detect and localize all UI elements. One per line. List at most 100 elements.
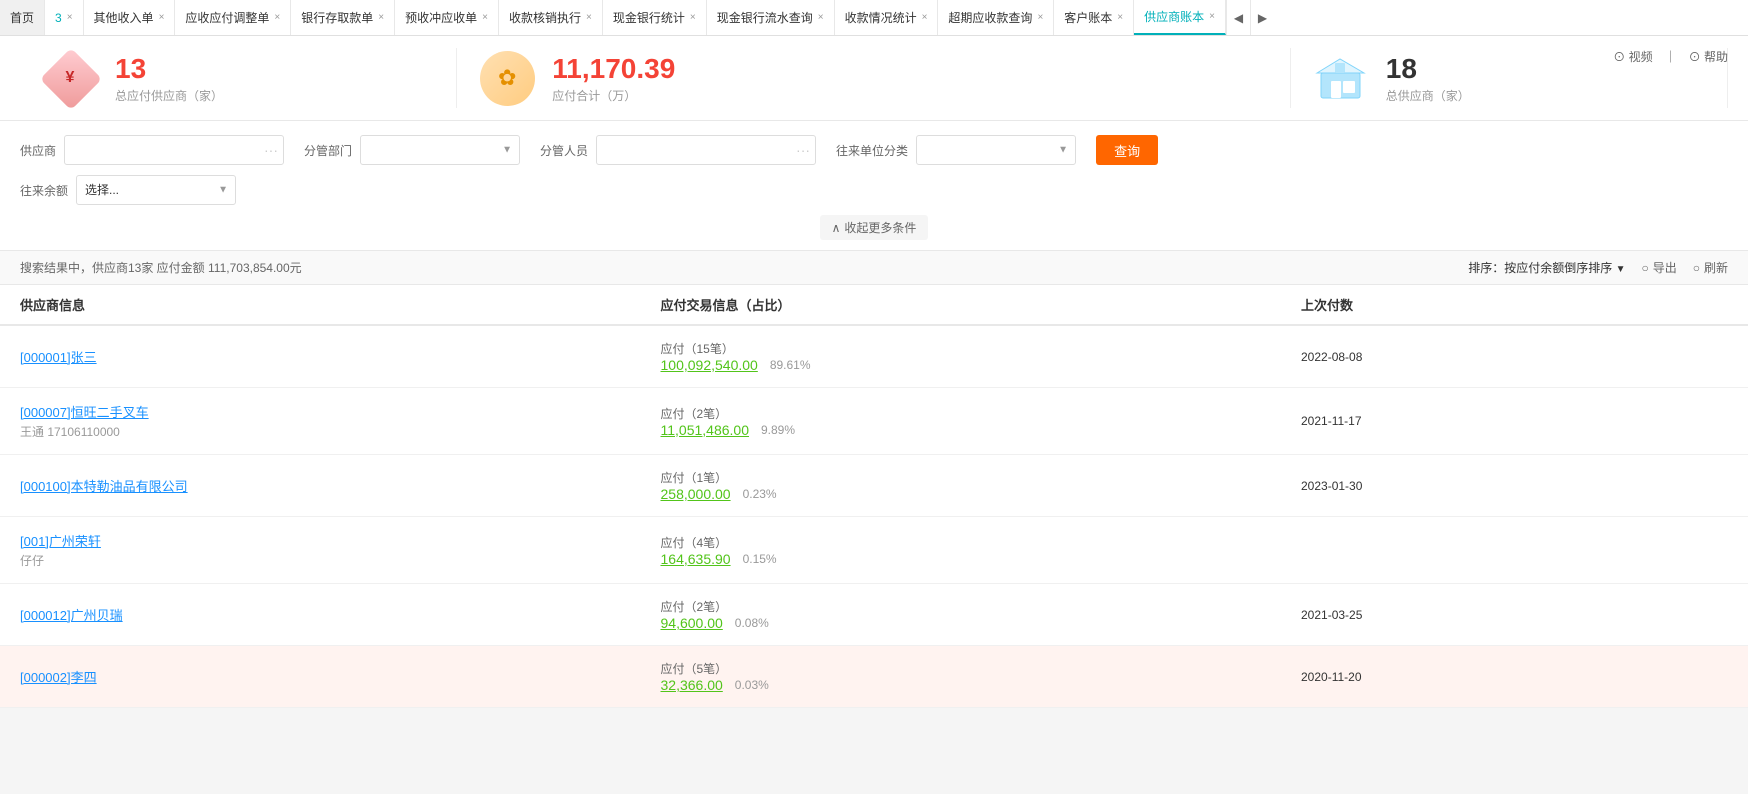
filter-person: 分管人员 ··· [540,135,816,165]
nav-cash-flow-query-label: 现金银行流水查询 [717,9,813,26]
tx-percent: 0.03% [735,678,769,692]
nav-supplier-ledger-close[interactable]: × [1209,11,1215,22]
filter-dept-label: 分管部门 [304,142,352,159]
last-pay-cell: 2021-03-25 [1301,608,1728,622]
category-select[interactable] [916,135,1076,165]
nav-supplier-ledger[interactable]: 供应商账本 × [1134,0,1226,35]
nav-other-income-close[interactable]: × [159,12,165,23]
supplier-input-dots: ··· [264,142,278,158]
video-icon: ⊙ [1613,50,1625,64]
supplier-info-cell: [000100]本特勒油品有限公司 [20,476,661,495]
tx-amount-link[interactable]: 94,600.00 [661,615,723,631]
balance-select[interactable]: 选择... [76,175,236,205]
last-pay-date: 2020-11-20 [1301,670,1362,684]
sort-label-text: 排序：按应付余额倒序排序 [1468,261,1612,275]
nav-tab3[interactable]: 3 × [45,0,84,35]
refresh-button[interactable]: ○ 刷新 [1693,259,1728,276]
table-row: [000100]本特勒油品有限公司 应付（1笔） 258,000.00 0.23… [0,455,1748,517]
nav-bank-deposit-close[interactable]: × [378,12,384,23]
refresh-label: 刷新 [1704,259,1728,276]
total-suppliers-number: 18 [1386,52,1470,86]
nav-prepay-ar-close[interactable]: × [482,12,488,23]
nav-customer-ledger-close[interactable]: × [1117,12,1123,23]
table-row: [000001]张三 应付（15笔） 100,092,540.00 89.61%… [0,326,1748,388]
video-label: 视频 [1629,50,1653,64]
stat-payable-amount-text: 11,170.39 应付合计（万） [552,52,675,105]
filter-category-label: 往来单位分类 [836,142,908,159]
last-pay-cell: 2021-11-17 [1301,414,1728,428]
tx-amount-link[interactable]: 100,092,540.00 [661,357,758,373]
filter-row-2: 往来余额 选择... [20,175,1728,205]
stat-payable-suppliers: ¥ 13 总应付供应商（家） [20,48,457,108]
nav-customer-ledger[interactable]: 客户账本 × [1054,0,1134,35]
table-row: [000012]广州贝瑞 应付（2笔） 94,600.00 0.08% 2021… [0,584,1748,646]
nav-arrow-right[interactable]: ▶ [1250,0,1274,35]
stat-shop-icon [1311,48,1371,108]
nav-overdue-ar-label: 超期应收款查询 [948,9,1032,26]
tx-amount-link[interactable]: 258,000.00 [661,486,731,502]
stat-total-suppliers-text: 18 总供应商（家） [1386,52,1470,105]
table-row: [001]广州荣轩 仔仔 应付（4笔） 164,635.90 0.15% [0,517,1748,584]
person-input[interactable] [596,135,816,165]
tx-label: 应付（2笔） [661,405,1302,422]
tx-amount-link[interactable]: 164,635.90 [661,551,731,567]
nav-cash-flow-query[interactable]: 现金银行流水查询 × [707,0,835,35]
nav-receipt-verify-close[interactable]: × [586,12,592,23]
nav-home[interactable]: 首页 [0,0,45,35]
tx-percent: 0.08% [735,616,769,630]
help-btn[interactable]: ⊙ 帮助 [1689,48,1728,65]
supplier-sub: 王通 17106110000 [20,423,661,440]
collapse-button[interactable]: ∧ 收起更多条件 [820,215,929,240]
tx-amount-link[interactable]: 32,366.00 [661,677,723,693]
total-suppliers-label: 总供应商（家） [1386,87,1470,104]
payable-amount-label: 应付合计（万） [552,87,675,104]
nav-tab3-close[interactable]: × [67,12,73,23]
tx-label: 应付（2笔） [661,598,1302,615]
supplier-info-cell: [000001]张三 [20,347,661,366]
nav-other-income[interactable]: 其他收入单 × [84,0,176,35]
supplier-name-link[interactable]: [000012]广州贝瑞 [20,605,661,624]
tx-amount-link[interactable]: 11,051,486.00 [661,422,750,438]
nav-arrow-left[interactable]: ◀ [1226,0,1250,35]
nav-cash-bank-stat-close[interactable]: × [690,12,696,23]
nav-cash-bank-stat[interactable]: 现金银行统计 × [603,0,707,35]
video-btn[interactable]: ⊙ 视频 [1613,48,1652,65]
header-actions: ⊙ 视频 ｜ ⊙ 帮助 [1613,48,1728,65]
payable-suppliers-number: 13 [115,52,223,86]
collapse-icon: ∧ [832,221,841,235]
nav-receipt-stat[interactable]: 收款情况统计 × [835,0,939,35]
dept-select[interactable] [360,135,520,165]
nav-bank-deposit[interactable]: 银行存取款单 × [291,0,395,35]
filter-person-label: 分管人员 [540,142,588,159]
stat-payable-amount: ✿ 11,170.39 应付合计（万） [457,48,1291,108]
export-button[interactable]: ○ 导出 [1641,259,1676,276]
sort-label[interactable]: 排序：按应付余额倒序排序 ▼ [1468,259,1625,276]
last-pay-cell: 2022-08-08 [1301,350,1728,364]
nav-customer-ledger-label: 客户账本 [1064,9,1112,26]
nav-receipt-verify-label: 收款核销执行 [509,9,581,26]
tx-label: 应付（5笔） [661,660,1302,677]
nav-prepay-ar[interactable]: 预收冲应收单 × [395,0,499,35]
divider: ｜ [1665,48,1677,65]
table-row: [000002]李四 应付（5笔） 32,366.00 0.03% 2020-1… [0,646,1748,708]
tx-info-cell: 应付（1笔） 258,000.00 0.23% [661,469,1302,502]
query-button[interactable]: 查询 [1096,135,1158,165]
supplier-info-cell: [000012]广州贝瑞 [20,605,661,624]
nav-receipt-verify[interactable]: 收款核销执行 × [499,0,603,35]
help-label: 帮助 [1704,50,1728,64]
supplier-name-link[interactable]: [000100]本特勒油品有限公司 [20,476,661,495]
nav-overdue-ar-close[interactable]: × [1037,12,1043,23]
supplier-input[interactable] [64,135,284,165]
supplier-name-link[interactable]: [001]广州荣轩 [20,531,661,550]
help-icon: ⊙ [1689,50,1701,64]
nav-ar-ap-adjust-close[interactable]: × [274,12,280,23]
nav-ar-ap-adjust[interactable]: 应收应付调整单 × [175,0,291,35]
nav-receipt-stat-close[interactable]: × [922,12,928,23]
nav-overdue-ar[interactable]: 超期应收款查询 × [938,0,1054,35]
payable-suppliers-label: 总应付供应商（家） [115,87,223,104]
nav-cash-flow-query-close[interactable]: × [818,12,824,23]
supplier-name-link[interactable]: [000007]恒旺二手叉车 [20,402,661,421]
filter-balance-label: 往来余额 [20,182,68,199]
supplier-name-link[interactable]: [000001]张三 [20,347,661,366]
supplier-name-link[interactable]: [000002]李四 [20,667,661,686]
